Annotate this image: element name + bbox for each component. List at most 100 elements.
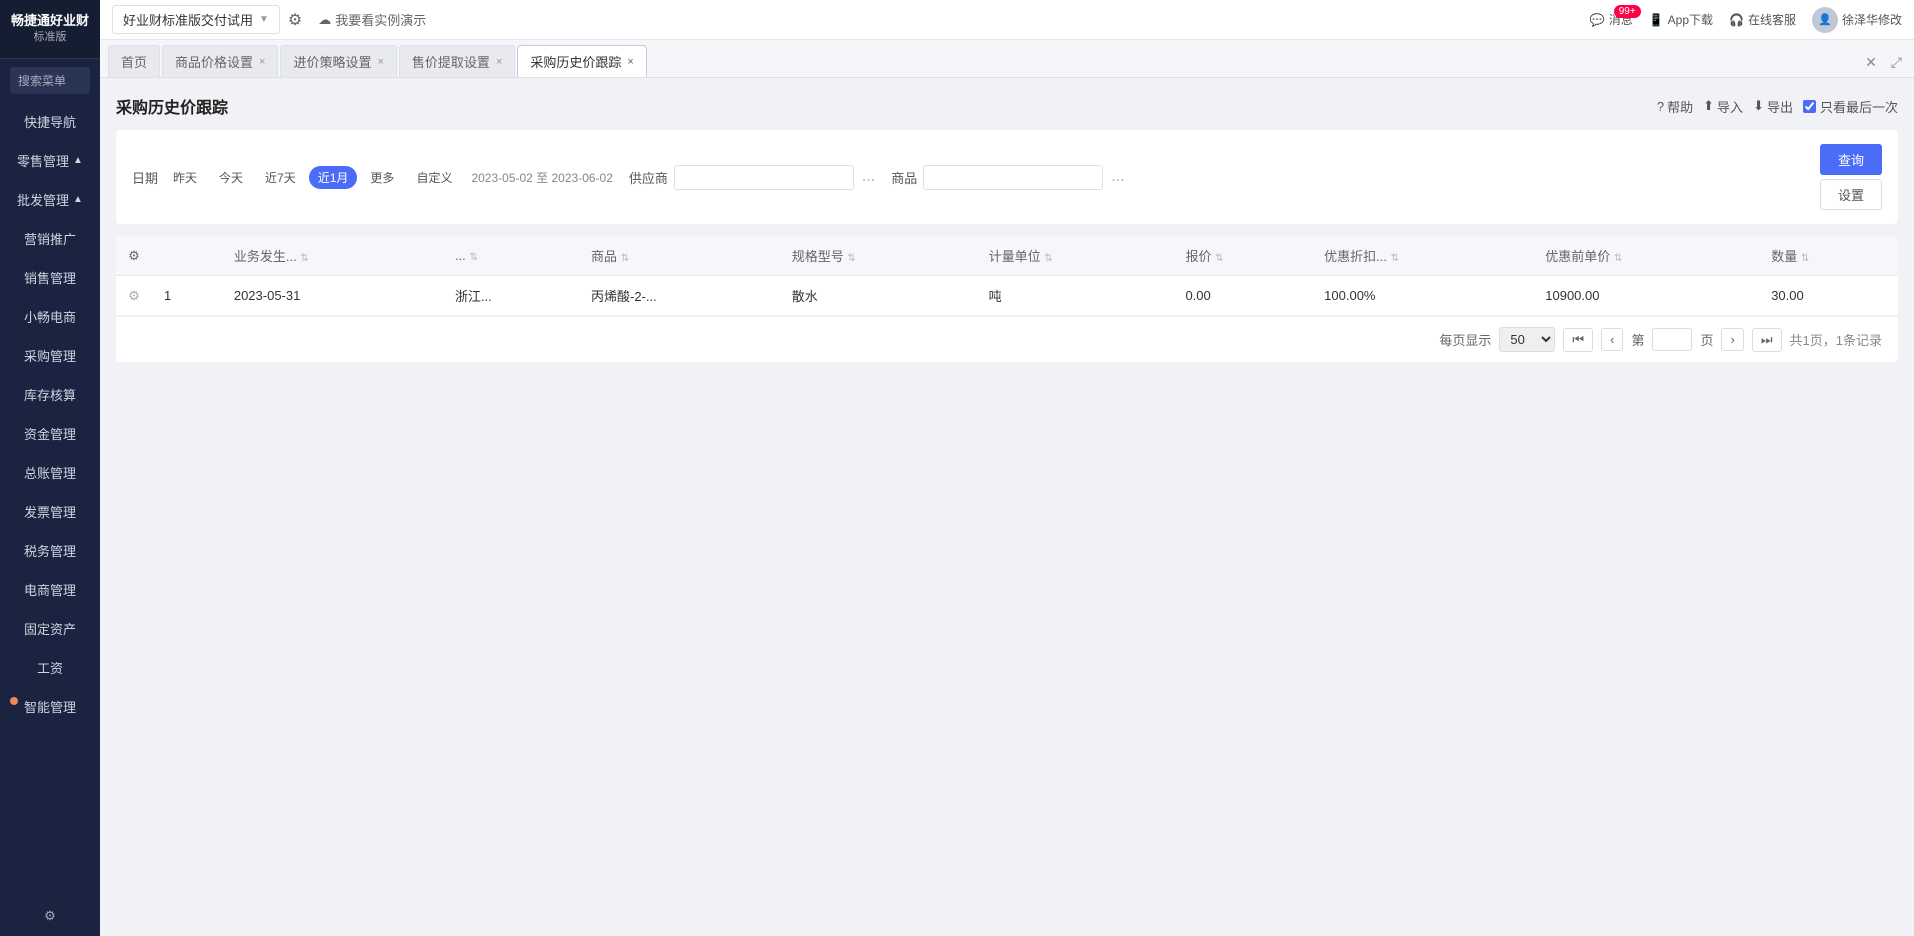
demo-icon: ☁ bbox=[318, 12, 331, 28]
tab-2[interactable]: 进价策略设置× bbox=[280, 45, 396, 77]
sidebar-item-label: 税务管理 bbox=[24, 544, 76, 559]
tab-1[interactable]: 商品价格设置× bbox=[162, 45, 278, 77]
close-tab-icon[interactable]: × bbox=[496, 56, 502, 68]
page-actions: ? 帮助 ⬆ 导入 ⬇ 导出 只看最后一次 bbox=[1657, 97, 1898, 116]
maximize-tab-button[interactable]: ⤢ bbox=[1887, 52, 1906, 73]
supplier-dots[interactable]: ... bbox=[862, 168, 875, 186]
tab-4[interactable]: 采购历史价跟踪× bbox=[517, 45, 646, 77]
sidebar-item-14[interactable]: 智能管理 bbox=[0, 687, 100, 726]
sidebar-item-7[interactable]: 资金管理 bbox=[0, 414, 100, 453]
filter-action-buttons: 查询 设置 bbox=[1820, 144, 1882, 210]
date-btn-自定义[interactable]: 自定义 bbox=[407, 166, 461, 189]
online-service-label: 在线客服 bbox=[1748, 11, 1796, 28]
query-button[interactable]: 查询 bbox=[1820, 144, 1882, 175]
date-btn-更多[interactable]: 更多 bbox=[361, 166, 403, 189]
sidebar-item-4[interactable]: 小畅电商 bbox=[0, 297, 100, 336]
last-only-checkbox-label[interactable]: 只看最后一次 bbox=[1803, 97, 1898, 116]
prev-page-button[interactable]: ‹ bbox=[1601, 328, 1623, 351]
app-download-button[interactable]: 📱 App下载 bbox=[1649, 11, 1713, 28]
date-filter-label: 日期 bbox=[132, 168, 158, 187]
per-page-select[interactable]: 50 10 20 100 bbox=[1499, 327, 1555, 352]
product-dots[interactable]: ... bbox=[1111, 168, 1124, 186]
date-btn-昨天[interactable]: 昨天 bbox=[164, 166, 206, 189]
per-page-label: 每页显示 bbox=[1439, 330, 1491, 349]
sidebar-item-0[interactable]: 零售管理▲ bbox=[0, 141, 100, 180]
topbar: 好业财标准版交付试用 ▼ ⚙ ☁ 我要看实例演示 💬 消息 99+ 📱 App下… bbox=[100, 0, 1914, 40]
sidebar-items: 零售管理▲批发管理▲营销推广销售管理小畅电商采购管理库存核算资金管理总账管理发票… bbox=[0, 141, 100, 726]
th-extra[interactable]: ... ⇅ bbox=[443, 236, 579, 276]
th-quantity[interactable]: 数量 ⇅ bbox=[1759, 236, 1898, 276]
import-link[interactable]: ⬆ 导入 bbox=[1703, 97, 1743, 116]
sidebar-settings-button[interactable]: ⚙ bbox=[0, 896, 100, 936]
sidebar-search-area[interactable]: 搜索菜单 bbox=[0, 59, 100, 102]
app-logo-sub: 标准版 bbox=[8, 30, 92, 45]
demo-link[interactable]: ☁ 我要看实例演示 bbox=[318, 10, 426, 29]
last-only-checkbox[interactable] bbox=[1803, 100, 1816, 113]
export-label: 导出 bbox=[1767, 97, 1793, 116]
tab-3[interactable]: 售价提取设置× bbox=[399, 45, 515, 77]
messages-button[interactable]: 💬 消息 99+ bbox=[1590, 11, 1633, 28]
date-range-display: 2023-05-02 至 2023-06-02 bbox=[471, 169, 612, 186]
user-menu-button[interactable]: 👤 徐泽华修改 bbox=[1812, 7, 1902, 33]
close-tab-button[interactable]: ✕ bbox=[1861, 52, 1881, 73]
date-filter-item: 日期 昨天今天近7天近1月更多自定义 2023-05-02 至 2023-06-… bbox=[132, 166, 613, 189]
app-download-label: App下载 bbox=[1668, 11, 1713, 28]
th-unit[interactable]: 计量单位 ⇅ bbox=[977, 236, 1174, 276]
close-tab-icon[interactable]: × bbox=[627, 56, 633, 68]
tab-0[interactable]: 首页 bbox=[108, 45, 160, 77]
table-header: ⚙ 业务发生... ⇅... ⇅商品 ⇅规格型号 ⇅计量单位 ⇅报价 ⇅优惠折扣.… bbox=[116, 236, 1898, 276]
close-tab-icon[interactable]: × bbox=[377, 56, 383, 68]
sidebar-item-1[interactable]: 批发管理▲ bbox=[0, 180, 100, 219]
date-btn-近1月[interactable]: 近1月 bbox=[309, 166, 358, 189]
sidebar-item-quick-nav-label: 快捷导航 bbox=[24, 115, 76, 130]
page-suffix-label: 页 bbox=[1700, 330, 1713, 349]
dot-icon bbox=[10, 697, 18, 705]
td-quoted_price: 0.00 bbox=[1173, 276, 1312, 316]
sort-icon: ⇅ bbox=[1801, 253, 1809, 264]
sidebar-item-11[interactable]: 电商管理 bbox=[0, 570, 100, 609]
th-biz_date[interactable]: 业务发生... ⇅ bbox=[222, 236, 443, 276]
filter-settings-button[interactable]: 设置 bbox=[1820, 179, 1882, 210]
th-spec[interactable]: 规格型号 ⇅ bbox=[780, 236, 977, 276]
date-btn-近7天[interactable]: 近7天 bbox=[256, 166, 305, 189]
first-page-button[interactable]: ⏮ bbox=[1563, 328, 1593, 352]
sidebar-item-label: 批发管理 bbox=[17, 190, 69, 209]
sidebar-item-13[interactable]: 工资 bbox=[0, 648, 100, 687]
col-label: 数量 bbox=[1771, 249, 1797, 264]
td-product: 丙烯酸-2-... bbox=[579, 276, 780, 316]
sidebar-item-3[interactable]: 销售管理 bbox=[0, 258, 100, 297]
app-selector[interactable]: 好业财标准版交付试用 ▼ bbox=[112, 5, 280, 34]
sidebar-item-quick-nav[interactable]: 快捷导航 bbox=[0, 102, 100, 141]
main-container: 好业财标准版交付试用 ▼ ⚙ ☁ 我要看实例演示 💬 消息 99+ 📱 App下… bbox=[100, 0, 1914, 936]
sort-icon: ⇅ bbox=[469, 252, 477, 263]
td-index: 1 bbox=[152, 276, 222, 316]
th-quoted_price[interactable]: 报价 ⇅ bbox=[1173, 236, 1312, 276]
sidebar-item-6[interactable]: 库存核算 bbox=[0, 375, 100, 414]
help-link[interactable]: ? 帮助 bbox=[1657, 97, 1693, 116]
settings-icon: ⚙ bbox=[44, 908, 56, 923]
product-input[interactable] bbox=[923, 165, 1103, 190]
online-service-button[interactable]: 🎧 在线客服 bbox=[1729, 11, 1796, 28]
row-gear-icon[interactable]: ⚙ bbox=[128, 288, 140, 303]
topbar-settings-icon[interactable]: ⚙ bbox=[288, 10, 302, 30]
sidebar-item-9[interactable]: 发票管理 bbox=[0, 492, 100, 531]
sidebar-item-10[interactable]: 税务管理 bbox=[0, 531, 100, 570]
pagination: 每页显示 50 10 20 100 ⏮ ‹ 第 1 页 › ⏭ 共1页，1条记录 bbox=[116, 316, 1898, 362]
th-pre_discount_price[interactable]: 优惠前单价 ⇅ bbox=[1533, 236, 1759, 276]
date-btn-今天[interactable]: 今天 bbox=[210, 166, 252, 189]
td-spec: 散水 bbox=[780, 276, 977, 316]
th-product[interactable]: 商品 ⇅ bbox=[579, 236, 780, 276]
gear-icon[interactable]: ⚙ bbox=[128, 248, 140, 263]
sidebar-item-2[interactable]: 营销推广 bbox=[0, 219, 100, 258]
page-input[interactable]: 1 bbox=[1652, 328, 1692, 351]
close-tab-icon[interactable]: × bbox=[259, 56, 265, 68]
sidebar-item-12[interactable]: 固定资产 bbox=[0, 609, 100, 648]
export-link[interactable]: ⬇ 导出 bbox=[1753, 97, 1793, 116]
last-page-button[interactable]: ⏭ bbox=[1752, 328, 1782, 352]
sidebar-item-8[interactable]: 总账管理 bbox=[0, 453, 100, 492]
supplier-input[interactable] bbox=[674, 165, 854, 190]
th-discount[interactable]: 优惠折扣... ⇅ bbox=[1312, 236, 1533, 276]
sidebar-item-5[interactable]: 采购管理 bbox=[0, 336, 100, 375]
search-menu-button[interactable]: 搜索菜单 bbox=[10, 67, 90, 94]
next-page-button[interactable]: › bbox=[1721, 328, 1743, 351]
